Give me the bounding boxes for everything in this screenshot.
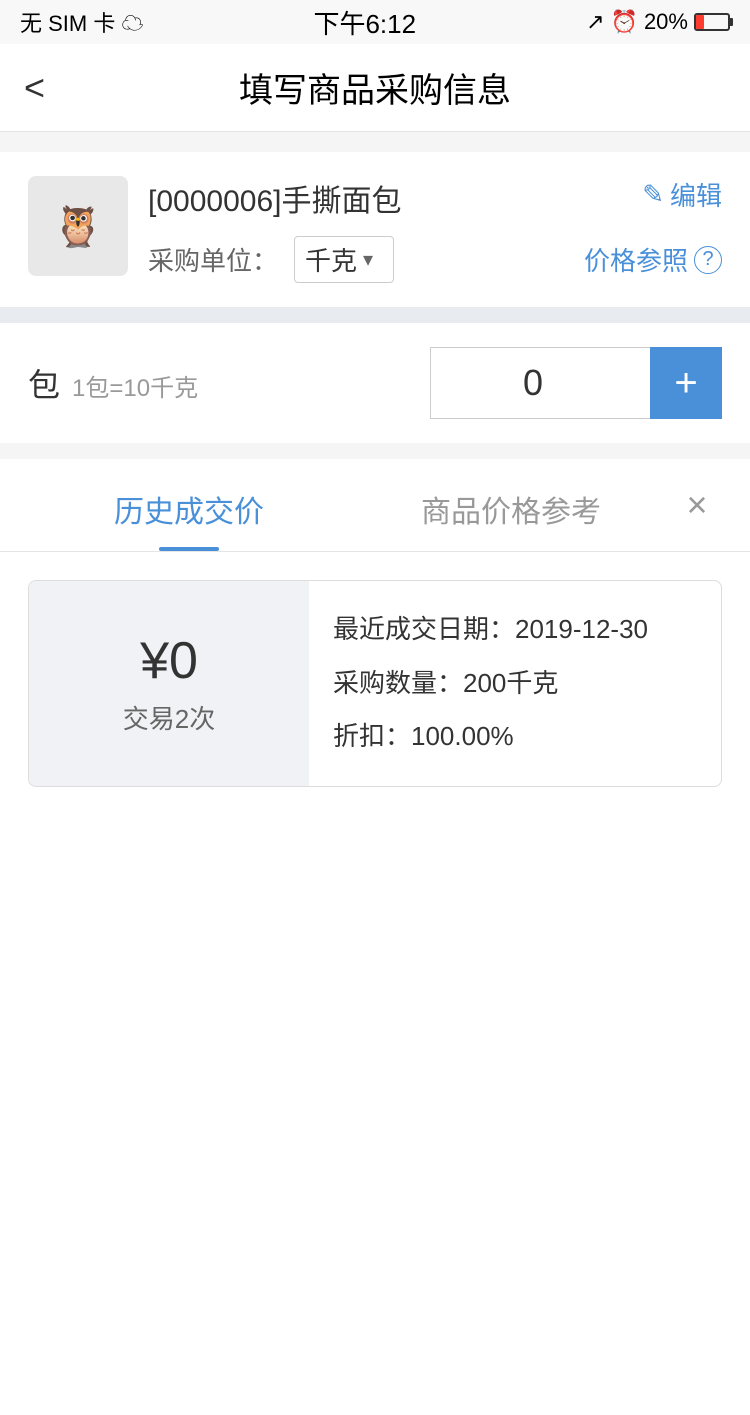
history-price-amount: ¥0	[140, 631, 198, 691]
tab-product-price-ref[interactable]: 商品价格参考	[350, 459, 672, 551]
quantity-input[interactable]	[430, 347, 650, 419]
alarm-icon: ⏰	[611, 9, 638, 35]
quantity-label-group: 包 1包=10千克	[28, 360, 198, 406]
product-name: [0000006]手撕面包	[148, 176, 722, 220]
product-card: 🦉 [0000006]手撕面包 采购单位： 千克 ▾ 价格参照 ? ✎ 编辑	[0, 152, 750, 307]
nav-bar: < 填写商品采购信息	[0, 44, 750, 132]
question-icon: ?	[694, 246, 722, 274]
status-bar: 无 SIM 卡 ☁ 下午6:12 ↗ ⏰ 20%	[0, 0, 750, 44]
battery-icon	[694, 13, 730, 31]
product-unit-row: 采购单位： 千克 ▾	[148, 236, 394, 283]
battery-percent: 20%	[644, 9, 688, 35]
quantity-row: 包 1包=10千克 +	[0, 323, 750, 443]
tab-header: 历史成交价 商品价格参考 ×	[0, 459, 750, 552]
back-button[interactable]: <	[24, 70, 45, 106]
quantity-unit: 包	[28, 360, 60, 406]
unit-value: 千克	[305, 241, 357, 278]
quantity-plus-button[interactable]: +	[650, 347, 722, 419]
status-time: 下午6:12	[313, 4, 416, 41]
quantity-sub-label: 1包=10千克	[72, 368, 198, 403]
unit-select-dropdown[interactable]: 千克 ▾	[294, 236, 394, 283]
tab-close-button[interactable]: ×	[672, 480, 722, 530]
edit-icon: ✎	[642, 179, 664, 210]
signal-text: 无 SIM 卡 ☁	[20, 6, 143, 38]
section-divider	[0, 307, 750, 323]
history-card: ¥0 交易2次 最近成交日期：2019-12-30 采购数量：200千克 折扣：…	[28, 580, 722, 787]
price-ref-row: 价格参照 ?	[584, 241, 722, 278]
dropdown-arrow-icon: ▾	[363, 247, 373, 272]
bottom-space	[0, 815, 750, 1415]
recent-date-value: 2019-12-30	[515, 614, 648, 644]
product-thumbnail: 🦉	[53, 203, 103, 250]
unit-label: 采购单位：	[148, 241, 278, 278]
edit-button[interactable]: ✎ 编辑	[642, 176, 722, 213]
location-icon: ↗	[586, 9, 604, 35]
discount-row: 折扣：100.00%	[333, 716, 697, 758]
history-content: ¥0 交易2次 最近成交日期：2019-12-30 采购数量：200千克 折扣：…	[0, 552, 750, 815]
product-image: 🦉	[28, 176, 128, 276]
tab-panel: 历史成交价 商品价格参考 × ¥0 交易2次 最近成交日期：2019-12-30…	[0, 459, 750, 815]
status-right: ↗ ⏰ 20%	[586, 9, 730, 35]
transaction-count: 交易2次	[123, 699, 215, 736]
page-title: 填写商品采购信息	[239, 63, 511, 112]
discount-label: 折扣：	[333, 721, 411, 751]
product-info: [0000006]手撕面包 采购单位： 千克 ▾ 价格参照 ?	[148, 176, 722, 283]
discount-value: 100.00%	[411, 721, 514, 751]
quantity-detail-value: 200千克	[463, 668, 558, 698]
price-ref-label: 价格参照	[584, 241, 688, 278]
quantity-detail-label: 采购数量：	[333, 668, 463, 698]
tab-history-price[interactable]: 历史成交价	[28, 459, 350, 551]
status-left: 无 SIM 卡 ☁	[20, 6, 143, 38]
edit-label: 编辑	[670, 176, 722, 213]
purchase-quantity-row: 采购数量：200千克	[333, 663, 697, 705]
quantity-input-group: +	[430, 347, 722, 419]
price-value: 0	[169, 632, 198, 690]
recent-date-label: 最近成交日期：	[333, 614, 515, 644]
recent-date-row: 最近成交日期：2019-12-30	[333, 609, 697, 651]
history-detail-side: 最近成交日期：2019-12-30 采购数量：200千克 折扣：100.00%	[309, 581, 721, 786]
history-price-side: ¥0 交易2次	[29, 581, 309, 786]
currency-symbol: ¥	[140, 632, 169, 690]
price-ref-button[interactable]: 价格参照 ?	[584, 241, 722, 278]
